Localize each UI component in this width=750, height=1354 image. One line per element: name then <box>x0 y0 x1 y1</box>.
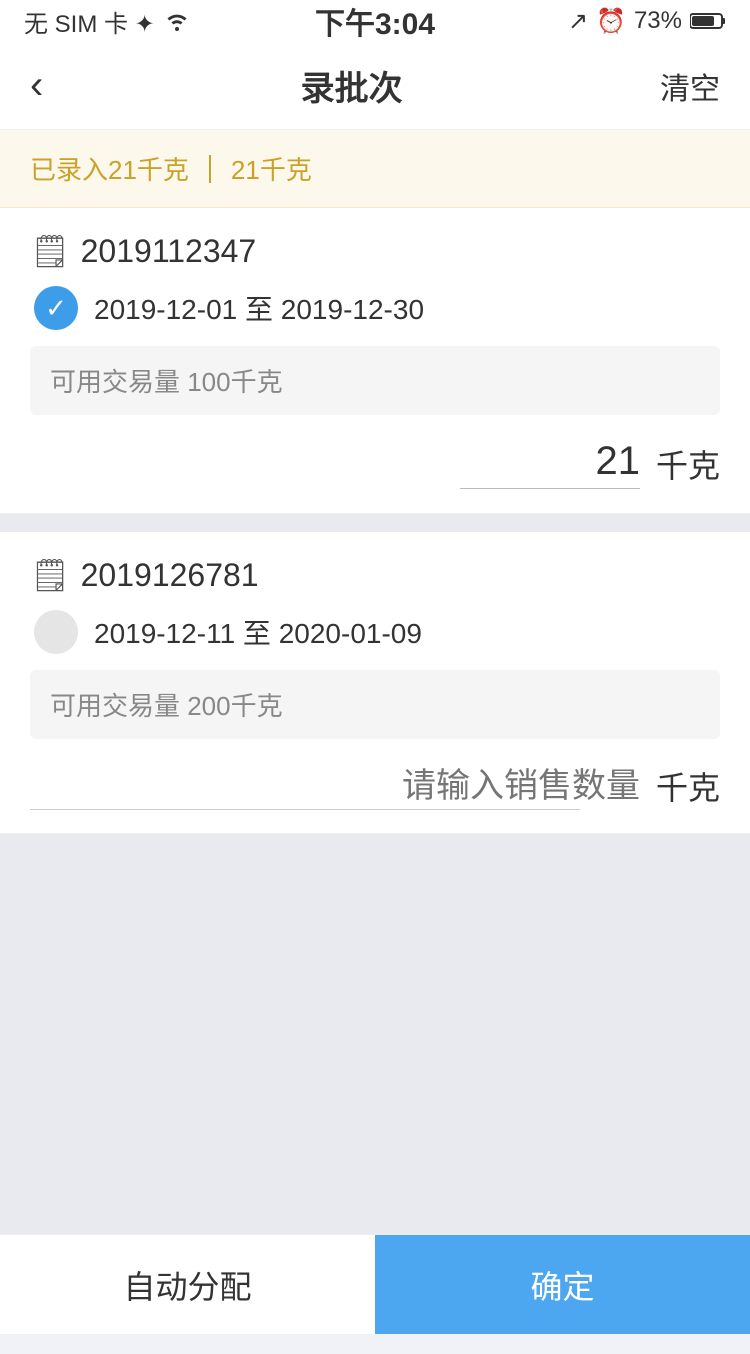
info-banner: 已录入21千克 21千克 <box>0 130 750 208</box>
section-divider <box>0 514 750 532</box>
info-divider <box>209 155 211 183</box>
status-time: 下午3:04 <box>315 0 435 43</box>
quantity-display-row: 21 千克 <box>0 415 750 514</box>
quantity-underline <box>460 488 640 489</box>
batch-id-row-2: 🗒 2019126781 <box>30 556 720 594</box>
batch-icon-1: 🗒 <box>30 232 71 270</box>
batch-id-1: 2019112347 <box>81 233 257 270</box>
clear-button[interactable]: 清空 <box>660 64 720 108</box>
page-title: 录批次 <box>301 61 403 110</box>
location-icon: ↗ <box>568 7 588 36</box>
input-underline <box>30 809 580 810</box>
batch-item-2[interactable]: 🗒 2019126781 2019-12-11 至 2020-01-09 可用交… <box>0 532 750 739</box>
radio-unselected-2[interactable] <box>34 610 78 654</box>
batch-id-row-1: 🗒 2019112347 <box>30 232 720 270</box>
batch-avail-1: 可用交易量 100千克 <box>50 367 283 397</box>
info-value: 21千克 <box>231 150 312 187</box>
batch-item-1[interactable]: 🗒 2019112347 ✓ 2019-12-01 至 2019-12-30 可… <box>0 208 750 415</box>
alarm-icon: ⏰ <box>596 7 626 36</box>
batch-date-1: 2019-12-01 至 2019-12-30 <box>94 288 424 328</box>
batch-date-row-2: 2019-12-11 至 2020-01-09 <box>30 610 720 654</box>
qty-display-wrapper: 21 <box>460 439 640 489</box>
check-icon: ✓ <box>45 293 67 324</box>
input-area <box>30 767 640 806</box>
batch-section-1: 🗒 2019112347 ✓ 2019-12-01 至 2019-12-30 可… <box>0 208 750 514</box>
input-row: 千克 <box>0 739 750 834</box>
batch-section-2: 🗒 2019126781 2019-12-11 至 2020-01-09 可用交… <box>0 532 750 834</box>
batch-date-2: 2019-12-11 至 2020-01-09 <box>94 612 422 652</box>
batch-icon-2: 🗒 <box>30 556 71 594</box>
battery-icon <box>690 12 726 30</box>
quantity-unit-1: 千克 <box>656 441 720 487</box>
wifi-icon <box>163 11 191 31</box>
sim-label: 无 SIM 卡 ✦ <box>24 4 155 39</box>
battery-percent: 73% <box>634 7 682 35</box>
status-bar: 无 SIM 卡 ✦ 下午3:04 ↗ ⏰ 73% <box>0 0 750 42</box>
batch-avail-row-2: 可用交易量 200千克 <box>30 670 720 739</box>
nav-bar: ‹ 录批次 清空 <box>0 42 750 130</box>
batch-id-2: 2019126781 <box>81 557 259 594</box>
batch-avail-2: 可用交易量 200千克 <box>50 691 283 721</box>
bottom-bar: 自动分配 确定 <box>0 1234 750 1334</box>
batch-date-row-1: ✓ 2019-12-01 至 2019-12-30 <box>30 286 720 330</box>
batch-avail-row-1: 可用交易量 100千克 <box>30 346 720 415</box>
confirm-button[interactable]: 确定 <box>375 1235 750 1334</box>
gray-area <box>0 834 750 1254</box>
radio-selected-1[interactable]: ✓ <box>34 286 78 330</box>
status-right: ↗ ⏰ 73% <box>568 7 726 36</box>
input-unit: 千克 <box>656 763 720 809</box>
quantity-value: 21 <box>595 439 640 484</box>
info-label: 已录入21千克 <box>30 150 189 187</box>
quantity-input[interactable] <box>340 767 640 806</box>
status-left: 无 SIM 卡 ✦ <box>24 4 191 39</box>
auto-distribute-button[interactable]: 自动分配 <box>0 1235 375 1334</box>
back-button[interactable]: ‹ <box>30 63 43 108</box>
